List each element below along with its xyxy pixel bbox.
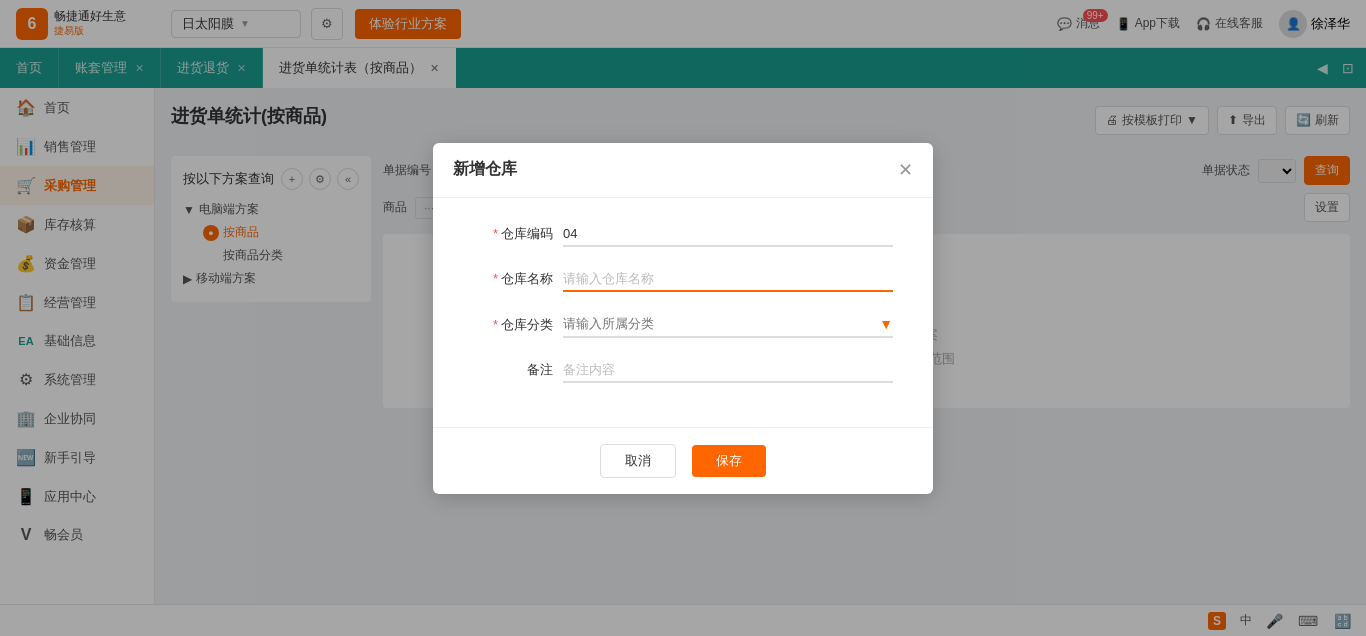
code-label: 仓库编码 [473, 225, 553, 243]
name-label: 仓库名称 [473, 270, 553, 288]
category-select-row[interactable]: ▼ [563, 312, 893, 338]
notes-input[interactable] [563, 358, 893, 383]
form-row-name: 仓库名称 [473, 267, 893, 292]
form-row-category: 仓库分类 ▼ [473, 312, 893, 338]
form-row-notes: 备注 [473, 358, 893, 383]
category-dropdown-arrow: ▼ [879, 316, 893, 332]
notes-label: 备注 [473, 361, 553, 379]
category-input[interactable] [563, 316, 879, 331]
dialog-close-btn[interactable]: ✕ [898, 159, 913, 181]
form-row-code: 仓库编码 [473, 222, 893, 247]
name-input[interactable] [563, 267, 893, 292]
dialog-title: 新增仓库 [453, 159, 517, 180]
modal-overlay: 新增仓库 ✕ 仓库编码 仓库名称 仓库分类 ▼ 备注 [0, 0, 1366, 636]
dialog-body: 仓库编码 仓库名称 仓库分类 ▼ 备注 [433, 198, 933, 427]
dialog-header: 新增仓库 ✕ [433, 143, 933, 198]
save-button[interactable]: 保存 [692, 445, 766, 477]
dialog-footer: 取消 保存 [433, 427, 933, 494]
cancel-button[interactable]: 取消 [600, 444, 676, 478]
new-warehouse-dialog: 新增仓库 ✕ 仓库编码 仓库名称 仓库分类 ▼ 备注 [433, 143, 933, 494]
code-input[interactable] [563, 222, 893, 247]
category-label: 仓库分类 [473, 316, 553, 334]
